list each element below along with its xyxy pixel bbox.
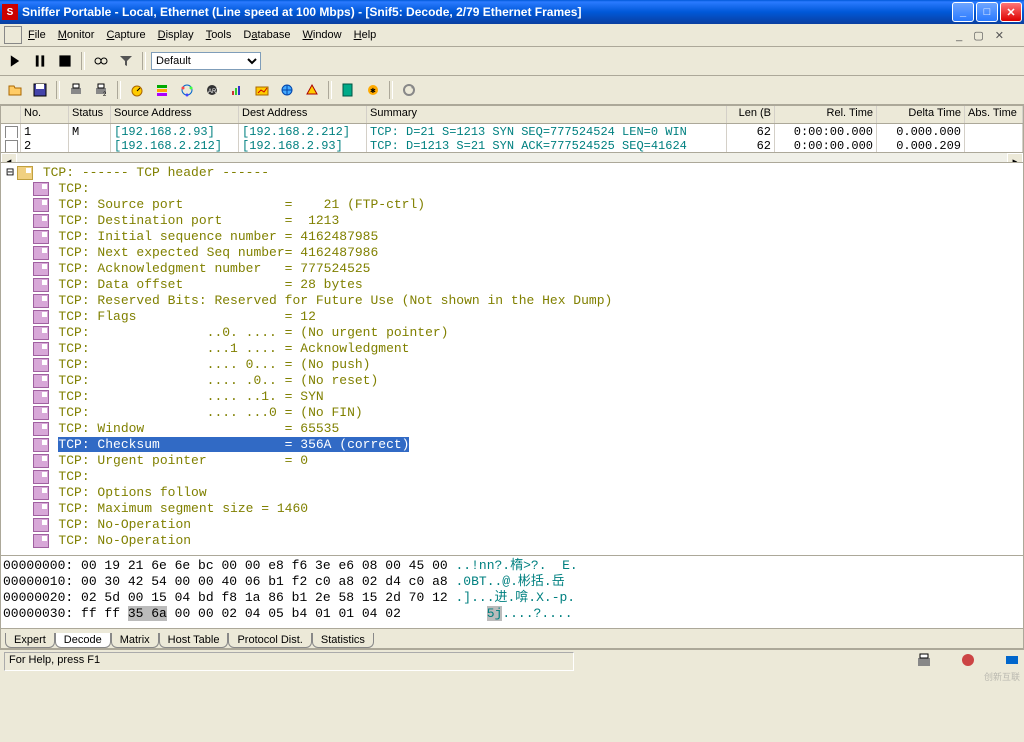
dashboard-button[interactable] [126,79,148,101]
binoculars-button[interactable] [90,50,112,72]
menu-file[interactable]: File [28,29,46,41]
toolbar-2: 2 ART ✱ [0,76,1024,105]
minimize-button[interactable]: _ [952,2,974,22]
history-button[interactable] [251,79,273,101]
tab-expert[interactable]: Expert [5,633,55,648]
table-row[interactable]: 1M[192.168.2.93][192.168.2.212]TCP: D=21… [1,124,1023,138]
packet-list[interactable]: No. Status Source Address Dest Address S… [0,105,1024,163]
menu-monitor[interactable]: Monitor [58,29,95,41]
play-button[interactable] [4,50,26,72]
decode-line[interactable]: TCP: Initial sequence number = 416248798… [1,229,1023,245]
pause-button[interactable] [29,50,51,72]
tab-protocol-dist-[interactable]: Protocol Dist. [228,633,311,648]
decode-line[interactable]: TCP: Source port = 21 (FTP-ctrl) [1,197,1023,213]
tab-decode[interactable]: Decode [55,633,111,648]
window-titlebar: S Sniffer Portable - Local, Ethernet (Li… [0,0,1024,24]
status-icon-2 [960,652,976,668]
mdi-system-icon[interactable] [4,26,22,44]
decode-line[interactable]: TCP: .... 0... = (No push) [1,357,1023,373]
maximize-button[interactable]: □ [976,2,998,22]
hex-dump[interactable]: 00000000: 00 19 21 6e 6e bc 00 00 e8 f6 … [0,556,1024,629]
decode-line[interactable]: TCP: .... .0.. = (No reset) [1,373,1023,389]
stop-button[interactable] [54,50,76,72]
decode-line[interactable]: TCP: .... ...0 = (No FIN) [1,405,1023,421]
decode-line[interactable]: TCP: Checksum = 356A (correct) [1,437,1023,453]
scroll-left-arrow[interactable]: ◄ [1,153,17,163]
decode-line[interactable]: TCP: [1,469,1023,485]
filter-combo[interactable]: Default [151,52,261,70]
alarm-button[interactable] [301,79,323,101]
decode-line[interactable]: TCP: .... ..1. = SYN [1,389,1023,405]
hex-line[interactable]: 00000020: 02 5d 00 15 04 bd f8 1a 86 b1 … [3,590,1021,606]
protocol-dist-button[interactable] [226,79,248,101]
hex-line[interactable]: 00000030: ff ff 35 6a 00 00 02 04 05 b4 … [3,606,1021,622]
global-stats-button[interactable] [276,79,298,101]
hex-line[interactable]: 00000010: 00 30 42 54 00 00 40 06 b1 f2 … [3,574,1021,590]
decode-line[interactable]: TCP: Options follow [1,485,1023,501]
decode-line[interactable]: TCP: [1,181,1023,197]
decode-line[interactable]: TCP: Next expected Seq number= 416248798… [1,245,1023,261]
decode-line[interactable]: TCP: Reserved Bits: Reserved for Future … [1,293,1023,309]
menu-bar: File Monitor Capture Display Tools Datab… [0,24,1024,47]
app-icon: S [2,4,18,20]
smart-button[interactable]: ✱ [362,79,384,101]
menu-display[interactable]: Display [158,29,194,41]
art-button[interactable]: ART [201,79,223,101]
window-title: Sniffer Portable - Local, Ethernet (Line… [22,5,952,19]
matrix-button[interactable] [176,79,198,101]
menu-tools[interactable]: Tools [206,29,232,41]
decode-line[interactable]: TCP: ...1 .... = Acknowledgment [1,341,1023,357]
decode-line[interactable]: TCP: No-Operation [1,517,1023,533]
decode-line[interactable]: TCP: Maximum segment size = 1460 [1,501,1023,517]
decode-line[interactable]: TCP: Destination port = 1213 [1,213,1023,229]
table-row[interactable]: 2[192.168.2.212][192.168.2.93]TCP: D=121… [1,138,1023,152]
mdi-window-controls[interactable]: _ ▢ ✕ [956,29,1008,42]
host-table-button[interactable] [151,79,173,101]
tab-statistics[interactable]: Statistics [312,633,374,648]
scroll-right-arrow[interactable]: ► [1007,153,1023,163]
close-button[interactable]: ✕ [1000,2,1022,22]
status-icon-3 [1004,652,1020,668]
menu-capture[interactable]: Capture [106,29,145,41]
decode-line[interactable]: TCP: No-Operation [1,533,1023,549]
decode-line[interactable]: TCP: Acknowledgment number = 777524525 [1,261,1023,277]
svg-text:2: 2 [103,92,107,97]
decode-line[interactable]: TCP: Flags = 12 [1,309,1023,325]
save-button[interactable] [29,79,51,101]
tab-host-table[interactable]: Host Table [159,633,229,648]
decode-line[interactable]: ⊟ TCP: ------ TCP header ------ [1,165,1023,181]
decode-line[interactable]: TCP: Window = 65535 [1,421,1023,437]
svg-text:✱: ✱ [370,87,376,95]
status-icon-1 [916,652,932,668]
menu-help[interactable]: Help [354,29,377,41]
open-button[interactable] [4,79,26,101]
status-text: For Help, press F1 [4,652,574,671]
horizontal-scrollbar[interactable]: ◄ ► [1,152,1023,163]
define-filter-button[interactable] [115,50,137,72]
watermark-logo: 创新互联 [940,670,1020,692]
hex-line[interactable]: 00000000: 00 19 21 6e 6e bc 00 00 e8 f6 … [3,558,1021,574]
decode-line[interactable]: TCP: ..0. .... = (No urgent pointer) [1,325,1023,341]
tab-matrix[interactable]: Matrix [111,633,159,648]
print-range-button[interactable]: 2 [90,79,112,101]
toolbar-1: Default [0,47,1024,76]
decode-line[interactable]: TCP: Urgent pointer = 0 [1,453,1023,469]
decode-line[interactable]: TCP: Data offset = 28 bytes [1,277,1023,293]
view-tabs: ExpertDecodeMatrixHost TableProtocol Dis… [0,629,1024,649]
menu-database[interactable]: Database [243,29,290,41]
refresh-button[interactable] [398,79,420,101]
status-bar: For Help, press F1 创新互联 [0,649,1024,694]
address-book-button[interactable] [337,79,359,101]
menu-window[interactable]: Window [302,29,341,41]
packet-list-header: No. Status Source Address Dest Address S… [1,106,1023,124]
print-button[interactable] [65,79,87,101]
svg-text:ART: ART [208,89,219,95]
decode-tree[interactable]: ⊟ TCP: ------ TCP header ------ TCP: TCP… [0,163,1024,556]
